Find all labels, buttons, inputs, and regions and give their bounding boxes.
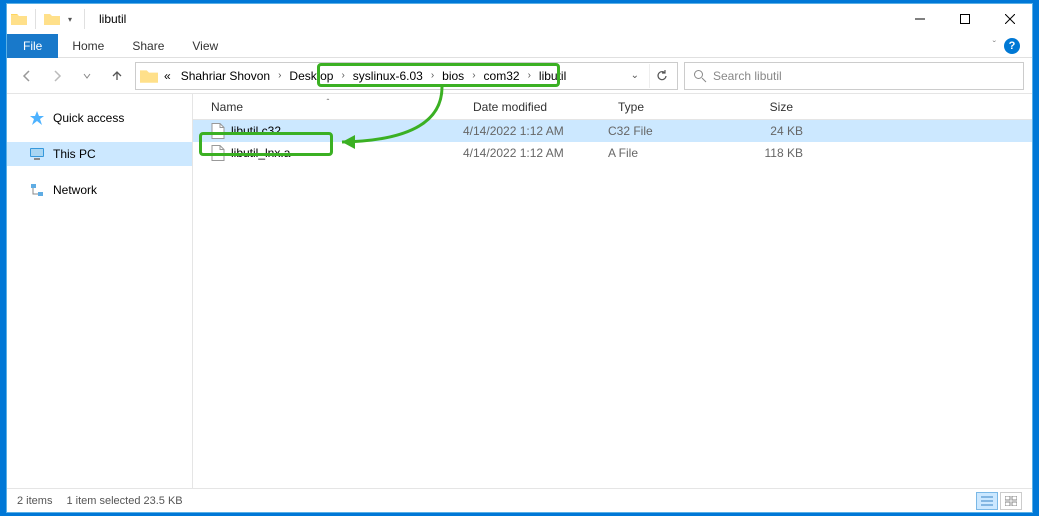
recent-dropdown[interactable] (75, 64, 99, 88)
breadcrumb-item[interactable]: bios (438, 66, 468, 86)
sort-indicator-icon: ˆ (327, 98, 330, 107)
back-button[interactable] (15, 64, 39, 88)
column-type[interactable]: Type (608, 100, 723, 114)
breadcrumb-bar[interactable]: « Shahriar Shovon › Desktop › syslinux-6… (135, 62, 678, 90)
breadcrumb-item[interactable]: Desktop (285, 66, 337, 86)
breadcrumb-item[interactable]: Shahriar Shovon (177, 66, 274, 86)
sidebar-item-network[interactable]: Network (15, 178, 184, 202)
divider (35, 9, 36, 29)
sidebar-item-label: This PC (53, 147, 96, 161)
file-type: C32 File (608, 124, 723, 138)
home-tab[interactable]: Home (58, 35, 118, 57)
share-tab[interactable]: Share (118, 35, 178, 57)
breadcrumb-item[interactable]: libutil (535, 66, 570, 86)
sidebar-item-label: Network (53, 183, 97, 197)
folder-icon (140, 68, 158, 84)
chevron-right-icon[interactable]: › (276, 70, 283, 81)
qat-dropdown[interactable]: ▾ (64, 11, 76, 27)
titlebar: ▾ libutil (7, 4, 1032, 34)
file-type: A File (608, 146, 723, 160)
file-name: libutil_lnx.a (231, 146, 290, 160)
refresh-button[interactable] (649, 64, 673, 88)
column-size[interactable]: Size (723, 100, 803, 114)
file-name: libutil.c32 (231, 124, 281, 138)
ribbon-expand-icon[interactable]: ˇ (993, 40, 996, 51)
chevron-right-icon[interactable]: › (429, 70, 436, 81)
status-count: 2 items (17, 495, 52, 507)
column-headers: ˆ Name Date modified Type Size (193, 94, 1032, 120)
column-name[interactable]: ˆ Name (193, 100, 463, 114)
file-row[interactable]: libutil_lnx.a 4/14/2022 1:12 AM A File 1… (193, 142, 1032, 164)
sidebar-item-quick-access[interactable]: Quick access (15, 106, 184, 130)
view-icons-button[interactable] (1000, 492, 1022, 510)
breadcrumb-item[interactable]: com32 (480, 66, 524, 86)
breadcrumb-prefix[interactable]: « (160, 66, 175, 86)
divider (84, 9, 85, 29)
network-icon (29, 182, 45, 198)
content-area: Quick access This PC Network ˆ Name Date… (7, 94, 1032, 488)
file-size: 118 KB (723, 146, 803, 160)
status-bar: 2 items 1 item selected 23.5 KB (7, 488, 1032, 512)
file-tab[interactable]: File (7, 34, 58, 58)
chevron-right-icon[interactable]: › (526, 70, 533, 81)
chevron-right-icon[interactable]: › (339, 70, 346, 81)
close-button[interactable] (987, 4, 1032, 34)
details-icon (981, 496, 993, 506)
icons-icon (1005, 496, 1017, 506)
star-icon (29, 110, 45, 126)
minimize-button[interactable] (897, 4, 942, 34)
file-icon (211, 123, 225, 139)
search-placeholder: Search libutil (713, 69, 782, 83)
status-selection: 1 item selected 23.5 KB (66, 495, 182, 507)
sidebar-item-label: Quick access (53, 111, 124, 125)
navigation-pane: Quick access This PC Network (7, 94, 193, 488)
help-icon[interactable]: ? (1004, 38, 1020, 54)
file-date: 4/14/2022 1:12 AM (463, 124, 608, 138)
pc-icon (29, 146, 45, 162)
file-list: ˆ Name Date modified Type Size libutil.c… (193, 94, 1032, 488)
explorer-window: ▾ libutil File Home Share View ˇ ? « Sha… (6, 3, 1033, 513)
column-date[interactable]: Date modified (463, 100, 608, 114)
file-date: 4/14/2022 1:12 AM (463, 146, 608, 160)
forward-button[interactable] (45, 64, 69, 88)
search-icon (693, 69, 707, 83)
maximize-button[interactable] (942, 4, 987, 34)
view-details-button[interactable] (976, 492, 998, 510)
up-button[interactable] (105, 64, 129, 88)
sidebar-item-this-pc[interactable]: This PC (7, 142, 192, 166)
folder-icon (11, 12, 27, 26)
ribbon: File Home Share View ˇ ? (7, 34, 1032, 58)
address-dropdown[interactable]: ⌄ (629, 70, 641, 81)
view-tab[interactable]: View (178, 35, 232, 57)
address-bar: « Shahriar Shovon › Desktop › syslinux-6… (7, 58, 1032, 94)
file-icon (211, 145, 225, 161)
breadcrumb-item[interactable]: syslinux-6.03 (349, 66, 427, 86)
folder-small-icon[interactable] (44, 12, 60, 26)
quick-access-toolbar: ▾ libutil (7, 9, 130, 29)
file-row[interactable]: libutil.c32 4/14/2022 1:12 AM C32 File 2… (193, 120, 1032, 142)
search-box[interactable]: Search libutil (684, 62, 1024, 90)
window-controls (897, 4, 1032, 34)
chevron-right-icon[interactable]: › (470, 70, 477, 81)
file-size: 24 KB (723, 124, 803, 138)
window-title: libutil (99, 12, 126, 26)
